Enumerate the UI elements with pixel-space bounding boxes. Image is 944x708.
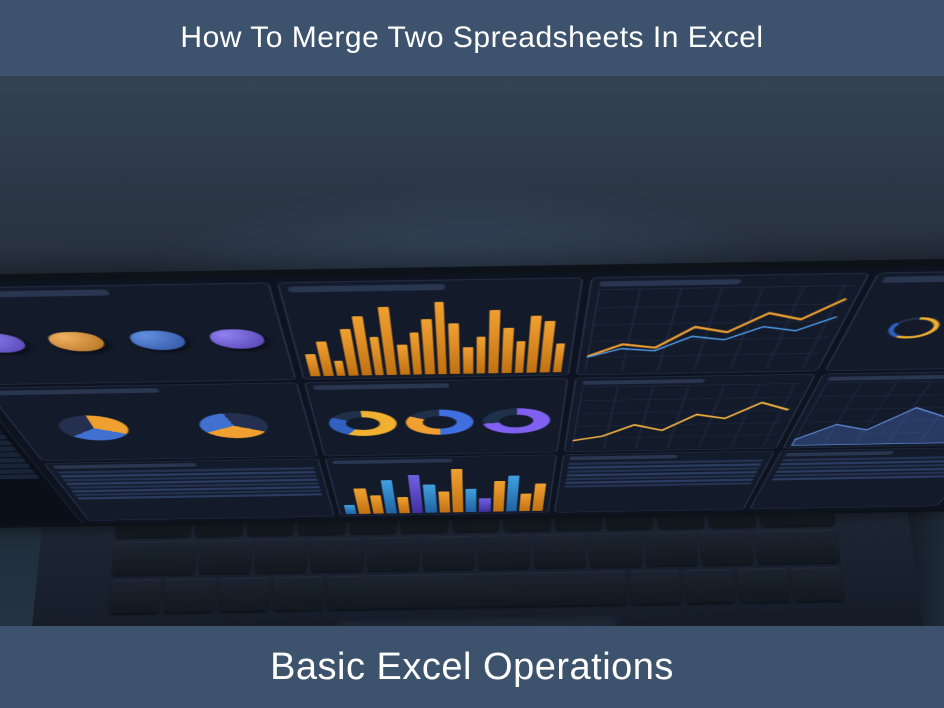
pie-chart-icon	[189, 408, 278, 442]
dashboard-grid	[0, 262, 944, 523]
panel-mini	[749, 447, 944, 509]
laptop-screen: Summary Data Charts Pivot Filter Sort Me…	[0, 255, 944, 529]
panel-bars2	[325, 454, 558, 516]
footer-title: Basic Excel Operations	[270, 646, 674, 689]
panel-title	[826, 375, 944, 381]
panel-body	[315, 388, 559, 454]
table-rows	[561, 458, 764, 510]
laptop-illustration: Summary Data Charts Pivot Filter Sort Me…	[24, 76, 931, 626]
panel-line	[576, 273, 870, 376]
donut-chart-icon	[326, 410, 398, 436]
panel-gauges	[304, 378, 569, 456]
panel-title	[881, 275, 944, 283]
donut-chart-icon	[404, 409, 473, 435]
panel-title	[0, 289, 110, 298]
blob-icon	[208, 329, 268, 349]
panel-title	[583, 379, 706, 385]
header-title: How To Merge Two Spreadsheets In Excel	[180, 21, 763, 55]
bar-chart	[290, 290, 573, 376]
donut-chart-icon	[883, 317, 944, 339]
pie-chart-icon	[50, 415, 134, 441]
footer-banner: Basic Excel Operations	[0, 626, 944, 708]
line-chart	[572, 383, 803, 449]
blob-icon	[45, 332, 109, 352]
panel-title	[313, 383, 449, 390]
panel-blobs	[0, 282, 297, 385]
sidebar-item: Notes	[0, 474, 40, 480]
blob-icon	[0, 333, 30, 353]
panel-line2	[564, 374, 816, 452]
bar-chart	[334, 462, 549, 514]
dashboard: Summary Data Charts Pivot Filter Sort Me…	[0, 262, 944, 525]
panel-table	[43, 458, 335, 520]
panel-pies	[0, 382, 319, 461]
line-chart	[585, 285, 854, 371]
panel-title	[599, 279, 742, 287]
panel-table2	[554, 451, 774, 513]
blob-icon	[126, 330, 188, 350]
panel-body	[0, 296, 288, 382]
panel-body	[0, 392, 310, 458]
table-rows	[56, 466, 328, 519]
table-rows	[756, 455, 944, 507]
area-chart	[790, 379, 944, 445]
hero-stage: Summary Data Charts Pivot Filter Sort Me…	[0, 76, 944, 626]
panel-title	[288, 284, 446, 293]
panel-bars	[277, 277, 584, 379]
donut-chart-icon	[482, 408, 551, 434]
laptop-trackpad	[335, 616, 621, 626]
header-banner: How To Merge Two Spreadsheets In Excel	[0, 0, 944, 76]
